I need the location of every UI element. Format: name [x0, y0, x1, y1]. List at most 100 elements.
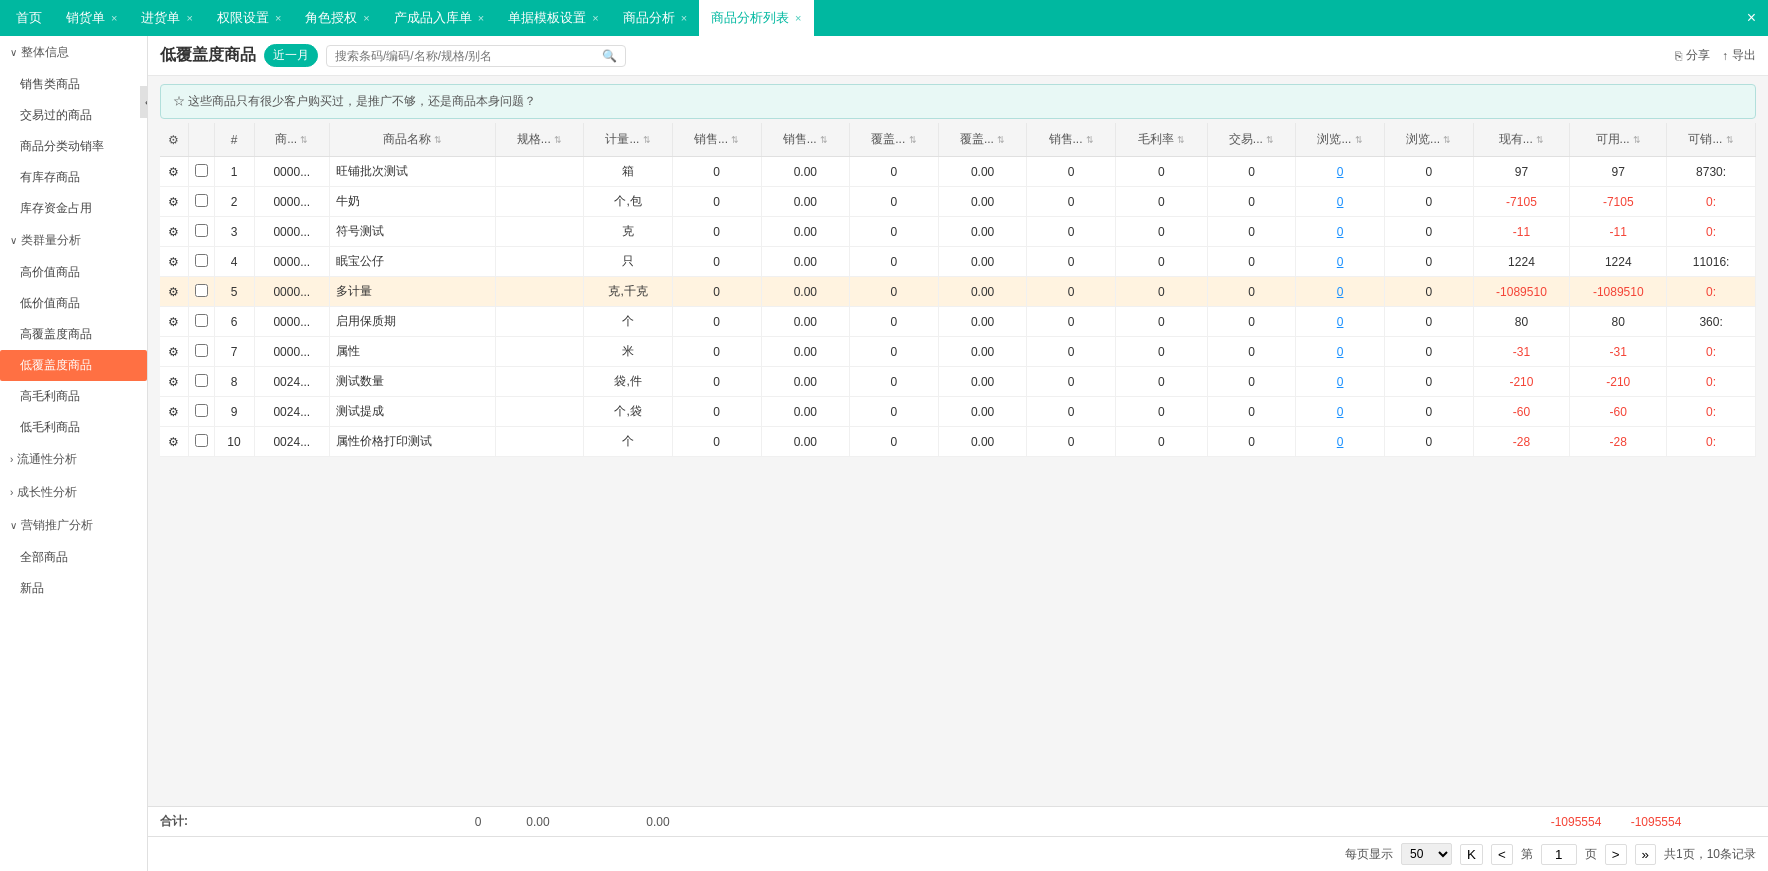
gross-rate-column-header[interactable]: 毛利率 ⇅ [1116, 123, 1208, 157]
settings-cell[interactable]: ⚙ [160, 367, 188, 397]
checkbox-cell[interactable] [188, 427, 214, 457]
nav-tab-warehouse[interactable]: 产成品入库单 × [382, 0, 496, 36]
row-spec [495, 217, 584, 247]
sidebar-item-low-margin[interactable]: 低毛利商品 [0, 412, 147, 443]
export-button[interactable]: ↑ 导出 [1722, 47, 1756, 64]
sidebar-item-sales-goods[interactable]: 销售类商品 [0, 69, 147, 100]
nav-tab-analysis-list[interactable]: 商品分析列表 × [699, 0, 813, 36]
nav-tab-role[interactable]: 角色授权 × [293, 0, 381, 36]
sidebar-item-high-value[interactable]: 高价值商品 [0, 257, 147, 288]
row-sales-qty: 0 [672, 277, 761, 307]
row-browse1[interactable]: 0 [1296, 157, 1385, 187]
settings-cell[interactable]: ⚙ [160, 187, 188, 217]
close-icon[interactable]: × [681, 12, 687, 24]
row-browse1[interactable]: 0 [1296, 247, 1385, 277]
close-icon[interactable]: × [186, 12, 192, 24]
sidebar-item-all-goods[interactable]: 全部商品 [0, 542, 147, 573]
settings-cell[interactable]: ⚙ [160, 307, 188, 337]
sidebar-item-inventory-funds[interactable]: 库存资金占用 [0, 193, 147, 224]
current-column-header[interactable]: 现有... ⇅ [1473, 123, 1570, 157]
last-page-button[interactable]: » [1635, 844, 1656, 865]
settings-cell[interactable]: ⚙ [160, 427, 188, 457]
checkbox-cell[interactable] [188, 157, 214, 187]
settings-cell[interactable]: ⚙ [160, 337, 188, 367]
nav-tab-analysis[interactable]: 商品分析 × [611, 0, 699, 36]
page-input[interactable] [1541, 844, 1577, 865]
sidebar-section-flow[interactable]: › 流通性分析 [0, 443, 147, 476]
row-browse1[interactable]: 0 [1296, 427, 1385, 457]
checkbox-cell[interactable] [188, 337, 214, 367]
row-cover-amt: 0.00 [938, 157, 1027, 187]
nav-tab-home[interactable]: 首页 [4, 0, 54, 36]
trade-column-header[interactable]: 交易... ⇅ [1207, 123, 1296, 157]
close-icon[interactable]: × [111, 12, 117, 24]
search-icon[interactable]: 🔍 [602, 49, 617, 63]
spec-column-header[interactable]: 规格... ⇅ [495, 123, 584, 157]
nav-tab-template[interactable]: 单据模板设置 × [496, 0, 610, 36]
sidebar-item-low-coverage[interactable]: 低覆盖度商品 [0, 350, 147, 381]
row-cover-amt: 0.00 [938, 247, 1027, 277]
sidebar-item-high-coverage[interactable]: 高覆盖度商品 [0, 319, 147, 350]
available-column-header[interactable]: 可用... ⇅ [1570, 123, 1667, 157]
unit-column-header[interactable]: 计量... ⇅ [584, 123, 673, 157]
close-icon[interactable]: × [478, 12, 484, 24]
checkbox-cell[interactable] [188, 277, 214, 307]
sidebar-section-growth[interactable]: › 成长性分析 [0, 476, 147, 509]
cover-qty-column-header[interactable]: 覆盖... ⇅ [850, 123, 939, 157]
sidebar-item-stocked-goods[interactable]: 有库存商品 [0, 162, 147, 193]
close-icon[interactable]: × [795, 12, 801, 24]
close-all-button[interactable]: × [1739, 9, 1764, 27]
next-page-button[interactable]: > [1605, 844, 1627, 865]
sidebar-item-high-margin[interactable]: 高毛利商品 [0, 381, 147, 412]
name-column-header[interactable]: 商品名称 ⇅ [330, 123, 496, 157]
row-sales-amt: 0.00 [761, 397, 850, 427]
page-size-select[interactable]: 50 100 200 [1401, 843, 1452, 865]
sidebar-section-category[interactable]: ∨ 类群量分析 [0, 224, 147, 257]
close-icon[interactable]: × [592, 12, 598, 24]
sidebar-item-new-goods[interactable]: 新品 [0, 573, 147, 604]
code-column-header[interactable]: 商... ⇅ [254, 123, 330, 157]
checkbox-cell[interactable] [188, 397, 214, 427]
checkbox-cell[interactable] [188, 367, 214, 397]
settings-cell[interactable]: ⚙ [160, 217, 188, 247]
browse2-column-header[interactable]: 浏览... ⇅ [1384, 123, 1473, 157]
settings-cell[interactable]: ⚙ [160, 397, 188, 427]
checkbox-cell[interactable] [188, 247, 214, 277]
settings-cell[interactable]: ⚙ [160, 247, 188, 277]
checkbox-cell[interactable] [188, 217, 214, 247]
share-button[interactable]: ⎘ 分享 [1675, 47, 1710, 64]
sidebar-section-marketing[interactable]: ∨ 营销推广分析 [0, 509, 147, 542]
checkbox-cell[interactable] [188, 187, 214, 217]
row-browse1[interactable]: 0 [1296, 307, 1385, 337]
checkbox-cell[interactable] [188, 307, 214, 337]
search-input[interactable] [335, 49, 598, 63]
sellable-column-header[interactable]: 可销... ⇅ [1667, 123, 1756, 157]
settings-cell[interactable]: ⚙ [160, 157, 188, 187]
nav-tab-permission[interactable]: 权限设置 × [205, 0, 293, 36]
sidebar-collapse-btn[interactable]: « [140, 86, 148, 118]
nav-tab-sales[interactable]: 销货单 × [54, 0, 129, 36]
sidebar-item-category-rate[interactable]: 商品分类动销率 [0, 131, 147, 162]
sales-cnt-column-header[interactable]: 销售... ⇅ [1027, 123, 1116, 157]
nav-tab-purchase[interactable]: 进货单 × [129, 0, 204, 36]
period-btn-month[interactable]: 近一月 [264, 44, 318, 67]
sales-qty-column-header[interactable]: 销售... ⇅ [672, 123, 761, 157]
close-icon[interactable]: × [275, 12, 281, 24]
row-browse1[interactable]: 0 [1296, 277, 1385, 307]
sidebar-item-traded-goods[interactable]: 交易过的商品 [0, 100, 147, 131]
close-icon[interactable]: × [363, 12, 369, 24]
sidebar-item-low-value[interactable]: 低价值商品 [0, 288, 147, 319]
browse1-column-header[interactable]: 浏览... ⇅ [1296, 123, 1385, 157]
prev-page-button[interactable]: < [1491, 844, 1513, 865]
row-browse1[interactable]: 0 [1296, 367, 1385, 397]
row-browse1[interactable]: 0 [1296, 397, 1385, 427]
sidebar-section-overall[interactable]: ∨ 整体信息 [0, 36, 147, 69]
settings-cell[interactable]: ⚙ [160, 277, 188, 307]
sales-amt-column-header[interactable]: 销售... ⇅ [761, 123, 850, 157]
cover-amt-column-header[interactable]: 覆盖... ⇅ [938, 123, 1027, 157]
row-browse1[interactable]: 0 [1296, 217, 1385, 247]
row-browse1[interactable]: 0 [1296, 337, 1385, 367]
settings-column-header[interactable]: ⚙ [160, 123, 188, 157]
first-page-button[interactable]: K [1460, 844, 1483, 865]
row-browse1[interactable]: 0 [1296, 187, 1385, 217]
